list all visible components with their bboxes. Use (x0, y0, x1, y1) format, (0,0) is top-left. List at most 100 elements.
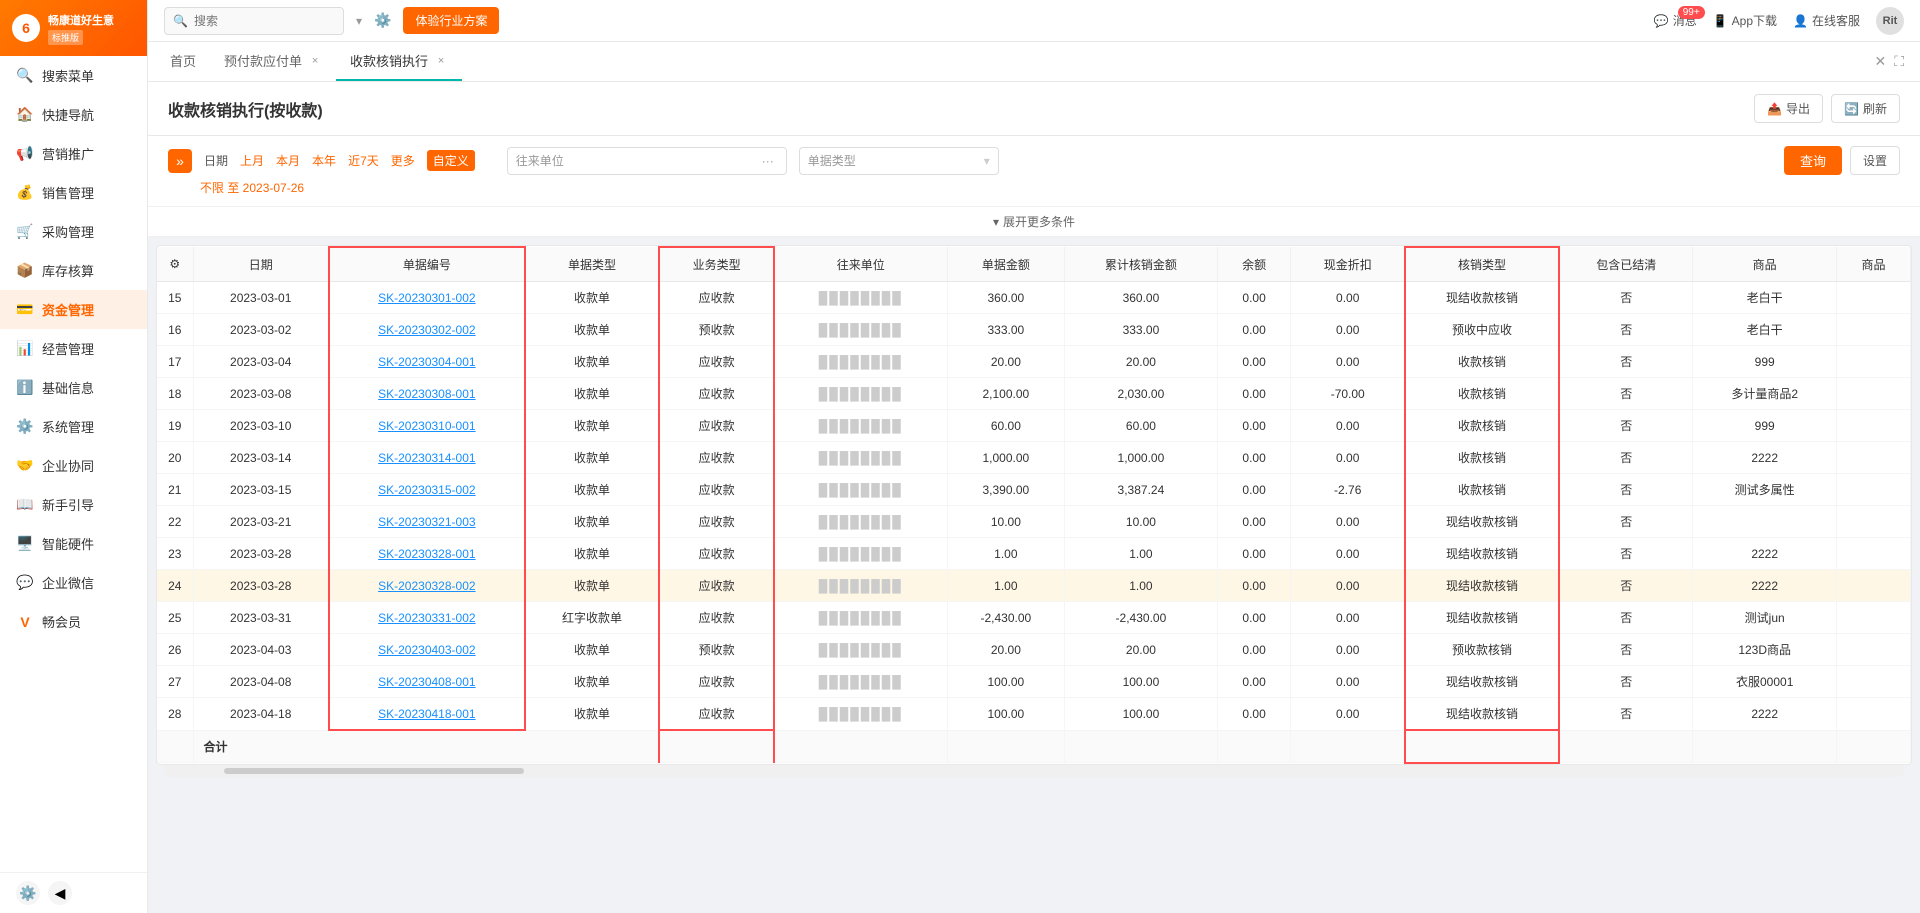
sidebar-item-purchase[interactable]: 🛒 采购管理 (0, 212, 147, 251)
sidebar-item-basicinfo[interactable]: ℹ️ 基础信息 (0, 368, 147, 407)
tab-prepay-close-icon[interactable]: × (308, 54, 322, 68)
this-month-link[interactable]: 本月 (276, 152, 300, 169)
sidebar-item-hardware[interactable]: 🖥️ 智能硬件 (0, 524, 147, 563)
table-header-row: ⚙ 日期 单据编号 单据类型 业务类型 往来单位 单据金额 累计核销金额 余额 … (157, 247, 1911, 282)
cell-docno[interactable]: SK-20230328-002 (329, 570, 525, 602)
filter-toggle-button[interactable]: » (168, 149, 192, 173)
topbar-search[interactable]: 🔍 (164, 7, 344, 35)
partner-more-icon[interactable]: ··· (758, 154, 778, 168)
refresh-icon: 🔄 (1844, 102, 1859, 116)
table-row[interactable]: 152023-03-01SK-20230301-002收款单应收款███████… (157, 282, 1911, 314)
sidebar-item-wechat[interactable]: 💬 企业微信 (0, 563, 147, 602)
settings-footer-icon[interactable]: ⚙️ (16, 881, 40, 905)
cell-discount: 0.00 (1291, 666, 1405, 698)
cell-partner: ████████ (774, 282, 947, 314)
cell-biztype: 应收款 (659, 602, 774, 634)
expand-more-bar[interactable]: ▾ 展开更多条件 (148, 207, 1920, 237)
partner-filter[interactable]: 往来单位 ··· (507, 147, 787, 175)
sidebar-item-finance[interactable]: 💳 资金管理 (0, 290, 147, 329)
cell-date: 2023-03-28 (193, 538, 329, 570)
cell-docno[interactable]: SK-20230408-001 (329, 666, 525, 698)
cell-docno[interactable]: SK-20230321-003 (329, 506, 525, 538)
table-row[interactable]: 202023-03-14SK-20230314-001收款单应收款███████… (157, 442, 1911, 474)
cell-date: 2023-03-31 (193, 602, 329, 634)
query-button[interactable]: 查询 (1784, 146, 1842, 175)
table-row[interactable]: 162023-03-02SK-20230302-002收款单预收款███████… (157, 314, 1911, 346)
table-row[interactable]: 252023-03-31SK-20230331-002红字收款单应收款█████… (157, 602, 1911, 634)
more-link[interactable]: 更多 (391, 152, 415, 169)
table-row[interactable]: 172023-03-04SK-20230304-001收款单应收款███████… (157, 346, 1911, 378)
tab-prepay[interactable]: 预付款应付单 × (210, 42, 336, 81)
search-input[interactable] (194, 14, 335, 28)
page-content: 收款核销执行(按收款) 📤 导出 🔄 刷新 » 日期 上月 本月 本年 (148, 82, 1920, 913)
this-year-link[interactable]: 本年 (312, 152, 336, 169)
date-range-display: 不限 至 2023-07-26 (168, 179, 1900, 196)
service-button[interactable]: 👤 在线客服 (1793, 12, 1860, 29)
sidebar-item-guide[interactable]: 📖 新手引导 (0, 485, 147, 524)
data-table: ⚙ 日期 单据编号 单据类型 业务类型 往来单位 单据金额 累计核销金额 余额 … (157, 246, 1911, 764)
cell-docno[interactable]: SK-20230315-002 (329, 474, 525, 506)
cell-discount: 0.00 (1291, 346, 1405, 378)
sidebar-item-search[interactable]: 🔍 搜索菜单 (0, 56, 147, 95)
cell-settled: 否 (1559, 282, 1693, 314)
sidebar-item-system[interactable]: ⚙️ 系统管理 (0, 407, 147, 446)
table-row[interactable]: 282023-04-18SK-20230418-001收款单应收款███████… (157, 698, 1911, 731)
table-row[interactable]: 232023-03-28SK-20230328-001收款单应收款███████… (157, 538, 1911, 570)
cell-docno[interactable]: SK-20230403-002 (329, 634, 525, 666)
user-avatar[interactable]: Rit (1876, 7, 1904, 35)
column-settings-icon[interactable]: ⚙ (157, 247, 193, 282)
table-row[interactable]: 272023-04-08SK-20230408-001收款单应收款███████… (157, 666, 1911, 698)
cell-docno[interactable]: SK-20230301-002 (329, 282, 525, 314)
sidebar-item-member[interactable]: V 畅会员 (0, 602, 147, 641)
sidebar-item-inventory[interactable]: 📦 库存核算 (0, 251, 147, 290)
sidebar-item-enterprise[interactable]: 🤝 企业协同 (0, 446, 147, 485)
doctype-filter[interactable]: 单据类型 ▾ (799, 147, 999, 175)
collapse-icon[interactable]: ◀ (48, 881, 72, 905)
tab-receipts[interactable]: 收款核销执行 × (336, 42, 462, 81)
app-download-button[interactable]: 📱 App下载 (1713, 12, 1777, 29)
refresh-button[interactable]: 🔄 刷新 (1831, 94, 1900, 123)
message-button[interactable]: 💬 消息 99+ (1654, 12, 1697, 29)
sidebar-item-operations[interactable]: 📊 经营管理 (0, 329, 147, 368)
cell-amount: 3,390.00 (947, 474, 1065, 506)
cell-amount: 333.00 (947, 314, 1065, 346)
scrollbar-thumb[interactable] (224, 768, 524, 774)
horizontal-scrollbar[interactable] (164, 765, 1904, 777)
cell-docno[interactable]: SK-20230308-001 (329, 378, 525, 410)
table-row[interactable]: 212023-03-15SK-20230315-002收款单应收款███████… (157, 474, 1911, 506)
table-row[interactable]: 222023-03-21SK-20230321-003收款单应收款███████… (157, 506, 1911, 538)
cell-settled: 否 (1559, 698, 1693, 731)
cell-writeofftype: 收款核销 (1405, 442, 1559, 474)
custom-date-button[interactable]: 自定义 (427, 150, 475, 171)
cell-doctype: 收款单 (525, 442, 659, 474)
tab-receipts-close-icon[interactable]: × (434, 54, 448, 68)
cell-docno[interactable]: SK-20230310-001 (329, 410, 525, 442)
sidebar-item-quicknav[interactable]: 🏠 快捷导航 (0, 95, 147, 134)
tab-expand-icon[interactable]: ⛶ (1894, 53, 1904, 70)
last-month-link[interactable]: 上月 (240, 152, 264, 169)
sidebar-item-sales[interactable]: 💰 销售管理 (0, 173, 147, 212)
cell-writeofftype: 现结收款核销 (1405, 698, 1559, 731)
sidebar-item-marketing[interactable]: 📢 营销推广 (0, 134, 147, 173)
cell-docno[interactable]: SK-20230418-001 (329, 698, 525, 731)
table-row[interactable]: 192023-03-10SK-20230310-001收款单应收款███████… (157, 410, 1911, 442)
tab-home[interactable]: 首页 (156, 42, 210, 81)
cell-docno[interactable]: SK-20230304-001 (329, 346, 525, 378)
cell-docno[interactable]: SK-20230314-001 (329, 442, 525, 474)
cell-docno[interactable]: SK-20230331-002 (329, 602, 525, 634)
export-button[interactable]: 📤 导出 (1754, 94, 1823, 123)
table-row[interactable]: 182023-03-08SK-20230308-001收款单应收款███████… (157, 378, 1911, 410)
settings-button[interactable]: 设置 (1850, 146, 1900, 175)
last7-link[interactable]: 近7天 (348, 152, 379, 169)
cell-docno[interactable]: SK-20230328-001 (329, 538, 525, 570)
cell-writtenoff: 20.00 (1065, 634, 1218, 666)
cell-docno[interactable]: SK-20230302-002 (329, 314, 525, 346)
solution-button[interactable]: 体验行业方案 (403, 7, 499, 34)
dropdown-arrow-icon[interactable]: ▾ (356, 14, 362, 28)
table-row[interactable]: 262023-04-03SK-20230403-002收款单预收款███████… (157, 634, 1911, 666)
table-row[interactable]: 242023-03-28SK-20230328-002收款单应收款███████… (157, 570, 1911, 602)
tab-close-all-icon[interactable]: ✕ (1874, 53, 1886, 70)
cell-product1: 测试多属性 (1693, 474, 1837, 506)
topbar-gear-icon[interactable]: ⚙️ (374, 12, 391, 29)
partner-input[interactable] (568, 154, 758, 168)
